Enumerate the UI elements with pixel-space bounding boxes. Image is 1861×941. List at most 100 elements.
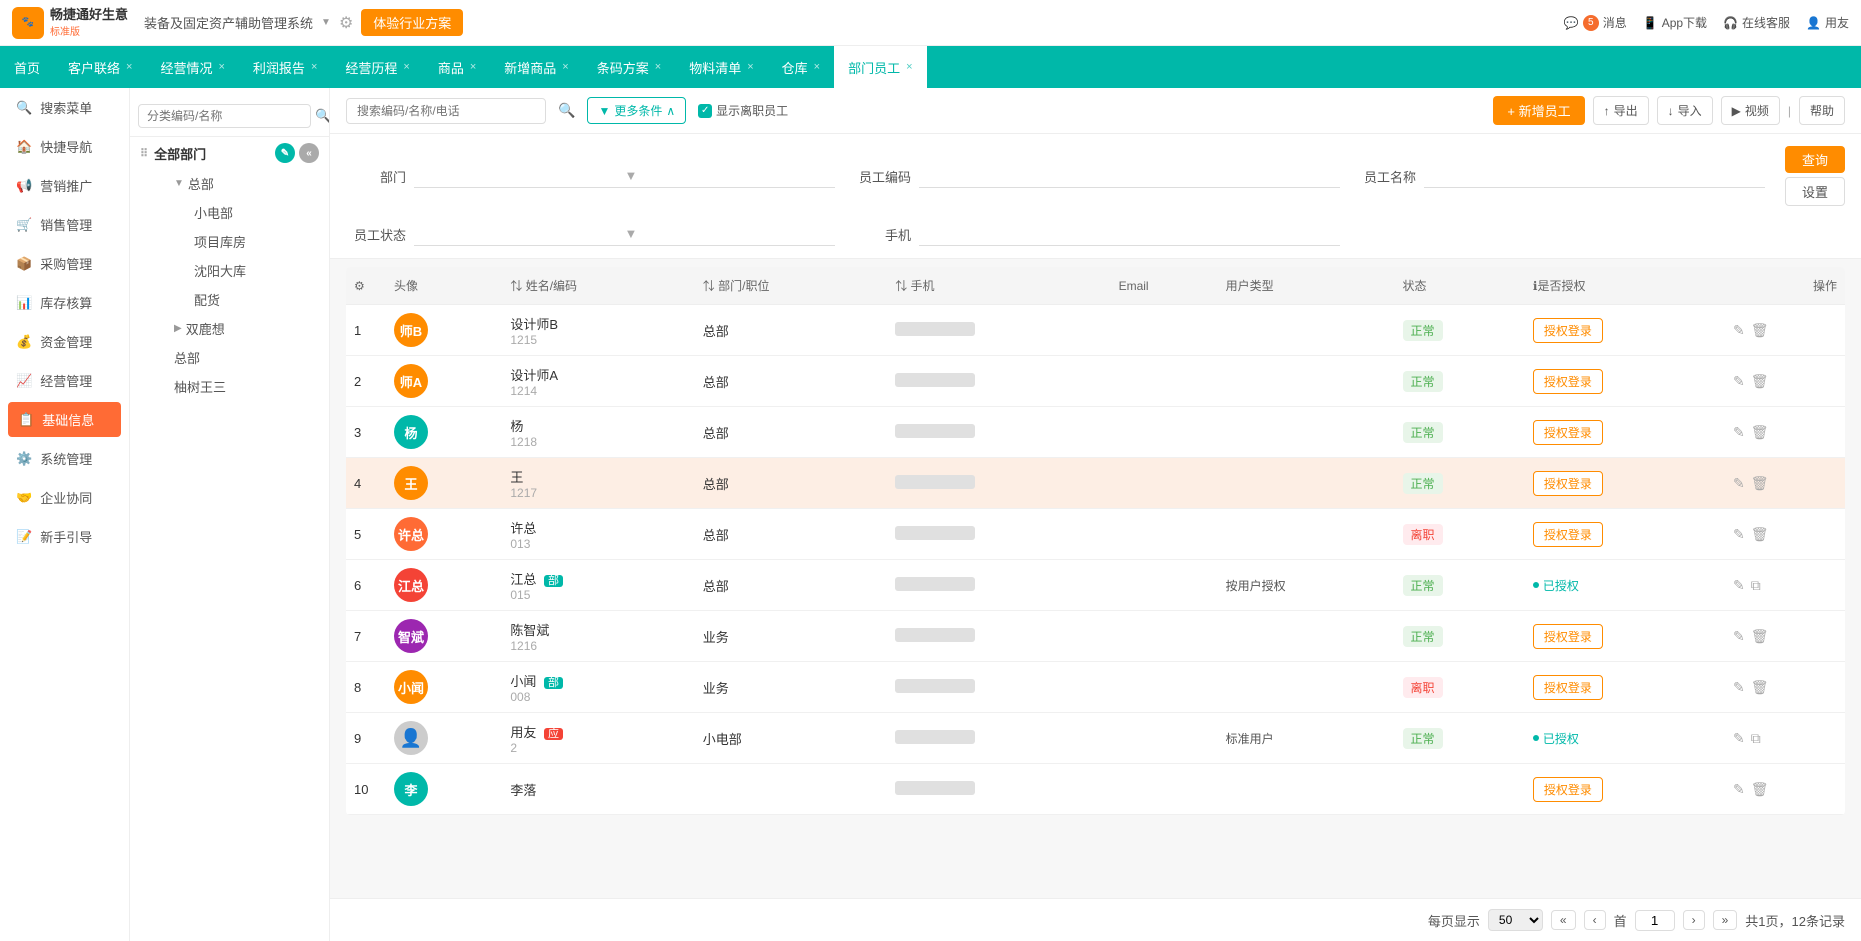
sidebar-item-search[interactable]: 🔍 搜索菜单 — [0, 88, 129, 127]
copy-icon[interactable]: ⧉ — [1751, 730, 1761, 747]
sidebar-item-purchase[interactable]: 📦 采购管理 — [0, 244, 129, 283]
tab-history[interactable]: 经营历程× — [331, 46, 423, 88]
dept-item-zongbu2[interactable]: 总部 — [142, 343, 329, 372]
dept-item-shenyang[interactable]: 沈阳大库 — [162, 256, 329, 285]
emp-name-input[interactable] — [1424, 164, 1765, 188]
sidebar-item-system[interactable]: ⚙️ 系统管理 — [0, 439, 129, 478]
dept-item-youshuwang[interactable]: 柚树王三 — [142, 372, 329, 401]
dept-item-peihuo[interactable]: 配货 — [162, 285, 329, 314]
dept-search-icon[interactable]: 🔍 — [315, 108, 330, 124]
more-conditions-btn[interactable]: ▼ 更多条件 ∧ — [587, 97, 686, 124]
tab-dept-employee[interactable]: 部门员工× — [834, 46, 926, 88]
auth-login-btn[interactable]: 授权登录 — [1533, 420, 1603, 445]
edit-icon[interactable]: ✎ — [1733, 424, 1745, 441]
tab-profit[interactable]: 利润报告× — [239, 46, 331, 88]
auth-login-btn[interactable]: 授权登录 — [1533, 675, 1603, 700]
dept-item-xiangmu[interactable]: 项目库房 — [162, 227, 329, 256]
delete-icon[interactable]: 🗑 — [1751, 424, 1769, 441]
delete-icon[interactable]: 🗑 — [1751, 679, 1769, 696]
first-page-btn[interactable]: « — [1551, 910, 1576, 930]
trial-button[interactable]: 体验行业方案 — [361, 9, 463, 36]
sidebar-item-collab[interactable]: 🤝 企业协同 — [0, 478, 129, 517]
tab-close-icon[interactable]: × — [218, 61, 224, 73]
edit-icon[interactable]: ✎ — [1733, 577, 1745, 594]
system-dropdown-icon[interactable]: ▼ — [321, 17, 331, 28]
edit-icon[interactable]: ✎ — [1733, 526, 1745, 543]
collapse-dept-btn[interactable]: « — [299, 143, 319, 163]
tab-close-icon[interactable]: × — [562, 61, 568, 73]
auth-login-btn[interactable]: 授权登录 — [1533, 522, 1603, 547]
dept-filter-select[interactable]: ▼ — [414, 164, 835, 188]
sidebar-item-marketing[interactable]: 📢 营销推广 — [0, 166, 129, 205]
dept-item-shuangluxiang[interactable]: ▶ 双鹿想 — [142, 314, 329, 343]
sidebar-item-quicknav[interactable]: 🏠 快捷导航 — [0, 127, 129, 166]
dept-search-input[interactable] — [138, 104, 311, 128]
copy-icon[interactable]: ⧉ — [1751, 577, 1761, 594]
tab-operations[interactable]: 经营情况× — [146, 46, 238, 88]
view-btn[interactable]: ▶ 视频 — [1721, 96, 1780, 125]
delete-icon[interactable]: 🗑 — [1751, 526, 1769, 543]
tab-close-icon[interactable]: × — [470, 61, 476, 73]
tab-home[interactable]: 首页 — [0, 46, 54, 88]
sidebar-item-guide[interactable]: 📝 新手引导 — [0, 517, 129, 556]
last-page-btn[interactable]: » — [1713, 910, 1738, 930]
dept-item-zongbu[interactable]: ▼ 总部 — [142, 169, 329, 198]
col-settings[interactable]: ⚙ — [346, 267, 386, 305]
col-dept[interactable]: ⇅ 部门/职位 — [695, 267, 887, 305]
help-btn[interactable]: 帮助 — [1799, 96, 1845, 125]
settings-icon[interactable]: ⚙ — [339, 13, 353, 33]
tab-close-icon[interactable]: × — [655, 61, 661, 73]
set-btn[interactable]: 设置 — [1785, 177, 1845, 206]
dept-item-xiaodiandu[interactable]: 小电部 — [162, 198, 329, 227]
emp-code-input[interactable] — [919, 164, 1340, 188]
delete-icon[interactable]: 🗑 — [1751, 628, 1769, 645]
next-page-btn[interactable]: › — [1683, 910, 1705, 930]
edit-dept-btn[interactable]: ✎ — [275, 143, 295, 163]
edit-icon[interactable]: ✎ — [1733, 679, 1745, 696]
query-btn[interactable]: 查询 — [1785, 146, 1845, 173]
page-input[interactable] — [1635, 910, 1675, 931]
per-page-select[interactable]: 50 100 200 — [1488, 909, 1543, 931]
delete-icon[interactable]: 🗑 — [1751, 322, 1769, 339]
tab-barcode[interactable]: 条码方案× — [583, 46, 675, 88]
edit-icon[interactable]: ✎ — [1733, 628, 1745, 645]
tab-close-icon[interactable]: × — [906, 61, 912, 73]
import-btn[interactable]: ↓ 导入 — [1657, 96, 1713, 125]
edit-icon[interactable]: ✎ — [1733, 730, 1745, 747]
search-icon[interactable]: 🔍 — [558, 102, 575, 119]
tab-close-icon[interactable]: × — [126, 61, 132, 73]
auth-login-btn[interactable]: 授权登录 — [1533, 369, 1603, 394]
user-item[interactable]: 👤 用友 — [1806, 14, 1849, 31]
online-service-item[interactable]: 🎧 在线客服 — [1723, 14, 1790, 31]
tab-add-goods[interactable]: 新增商品× — [490, 46, 582, 88]
sidebar-item-sales[interactable]: 🛒 销售管理 — [0, 205, 129, 244]
app-download-item[interactable]: 📱 App下载 — [1643, 14, 1707, 31]
col-phone[interactable]: ⇅ 手机 — [887, 267, 1110, 305]
message-item[interactable]: 💬 5 消息 — [1564, 14, 1627, 31]
edit-icon[interactable]: ✎ — [1733, 781, 1745, 798]
edit-icon[interactable]: ✎ — [1733, 322, 1745, 339]
phone-input[interactable] — [919, 222, 1340, 246]
tab-warehouse[interactable]: 仓库× — [768, 46, 834, 88]
delete-icon[interactable]: 🗑 — [1751, 475, 1769, 492]
delete-icon[interactable]: 🗑 — [1751, 373, 1769, 390]
edit-icon[interactable]: ✎ — [1733, 373, 1745, 390]
export-btn[interactable]: ↑ 导出 — [1593, 96, 1649, 125]
search-input[interactable] — [346, 98, 546, 124]
sidebar-item-basic-info[interactable]: 📋 基础信息 — [8, 402, 121, 437]
edit-icon[interactable]: ✎ — [1733, 475, 1745, 492]
auth-login-btn[interactable]: 授权登录 — [1533, 624, 1603, 649]
show-resigned-toggle[interactable]: ✓ 显示离职员工 — [698, 102, 788, 119]
tab-close-icon[interactable]: × — [814, 61, 820, 73]
tab-goods[interactable]: 商品× — [424, 46, 490, 88]
col-name-code[interactable]: ⇅ 姓名/编码 — [502, 267, 694, 305]
auth-login-btn[interactable]: 授权登录 — [1533, 471, 1603, 496]
tab-close-icon[interactable]: × — [747, 61, 753, 73]
tab-close-icon[interactable]: × — [403, 61, 409, 73]
sidebar-item-inventory[interactable]: 📊 库存核算 — [0, 283, 129, 322]
tab-customer[interactable]: 客户联络× — [54, 46, 146, 88]
tab-close-icon[interactable]: × — [311, 61, 317, 73]
delete-icon[interactable]: 🗑 — [1751, 781, 1769, 798]
emp-status-select[interactable]: ▼ — [414, 222, 835, 246]
add-employee-btn[interactable]: + 新增员工 — [1493, 96, 1584, 125]
